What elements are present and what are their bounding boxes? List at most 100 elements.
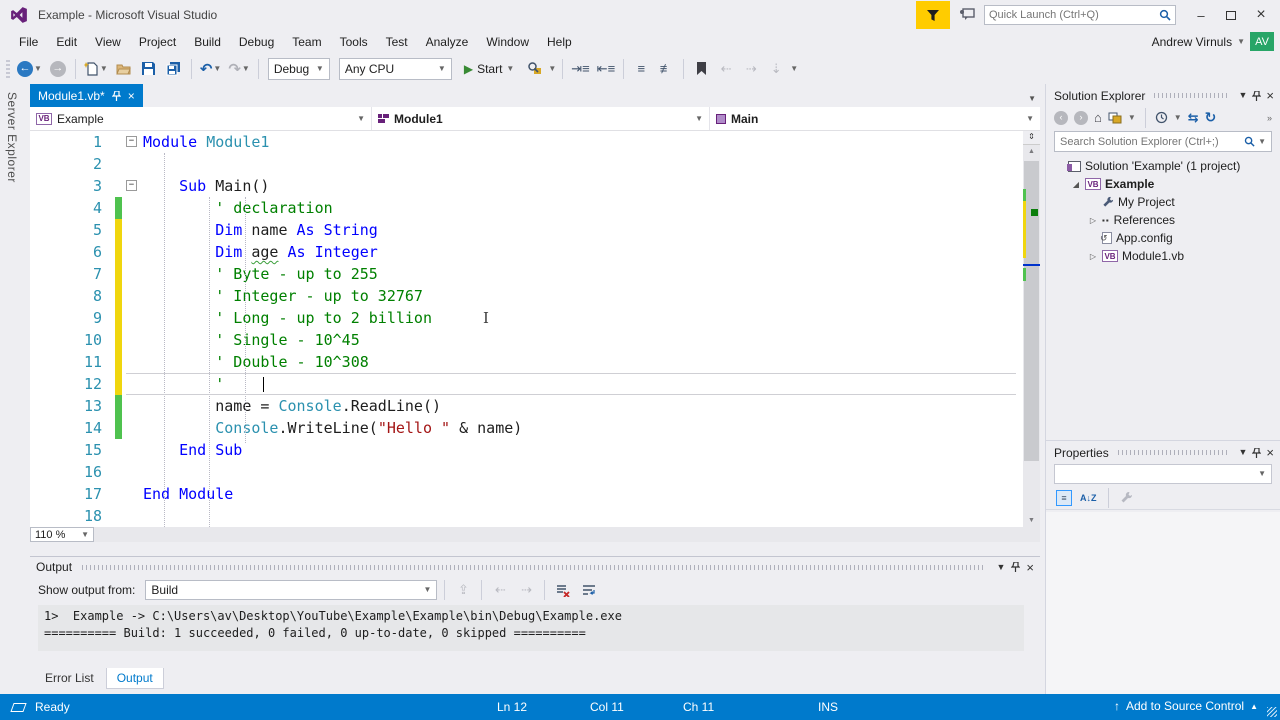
menu-test[interactable]: Test xyxy=(377,32,417,52)
toggle-bookmark-button[interactable] xyxy=(690,57,712,81)
increase-indent-button[interactable]: ⇥≡ xyxy=(569,57,591,81)
save-button[interactable] xyxy=(138,57,160,81)
scroll-up-icon[interactable]: ▲ xyxy=(1023,145,1040,158)
clear-bookmarks-button[interactable]: ⇣ xyxy=(765,57,787,81)
bottom-tab-output[interactable]: Output xyxy=(105,668,164,689)
home-button[interactable]: ⌂ xyxy=(1094,110,1102,125)
send-feedback-button[interactable] xyxy=(954,3,980,27)
type-dropdown[interactable]: Module1 ▼ xyxy=(372,107,710,130)
new-project-button[interactable]: ▼ xyxy=(82,57,110,81)
menu-window[interactable]: Window xyxy=(477,32,538,52)
tree-back-button[interactable]: ‹ xyxy=(1054,110,1068,125)
code-line-3[interactable]: 3− Sub Main() xyxy=(30,175,1022,197)
sync-with-active-document-button[interactable]: ⇆ xyxy=(1188,110,1199,126)
code-line-6[interactable]: 6 Dim age As Integer xyxy=(30,241,1022,263)
user-dropdown-icon[interactable]: ▼ xyxy=(1237,37,1245,46)
refresh-button[interactable]: ↻ xyxy=(1205,109,1217,126)
zoom-level-select[interactable]: 110 % ▼ xyxy=(30,527,94,542)
resize-grip[interactable] xyxy=(1267,707,1277,717)
solution-search-box[interactable]: ▼ xyxy=(1054,131,1272,152)
code-editor[interactable]: 1− Module Module1 2 3− Sub Main() 4 ' declar… xyxy=(30,131,1040,527)
save-all-button[interactable] xyxy=(163,57,185,81)
quick-launch-input[interactable] xyxy=(989,9,1159,21)
add-to-source-control-button[interactable]: ↑ Add to Source Control ▲ xyxy=(1114,699,1258,713)
document-list-dropdown[interactable]: ▼ xyxy=(1028,95,1036,103)
previous-bookmark-button[interactable]: ⇠ xyxy=(715,57,737,81)
pin-icon[interactable] xyxy=(1252,90,1262,101)
project-dropdown[interactable]: VB Example ▼ xyxy=(30,107,372,130)
tree-item-example[interactable]: ◢ VB Example xyxy=(1046,175,1280,193)
start-debugging-button[interactable]: ▶ Start ▼ xyxy=(458,57,521,81)
pending-changes-filter-button[interactable] xyxy=(1155,111,1168,124)
navigate-backward-button[interactable]: ← ▼ xyxy=(15,57,44,81)
switch-views-button[interactable] xyxy=(1108,112,1122,124)
word-wrap-button[interactable] xyxy=(578,578,600,602)
code-line-8[interactable]: 8 ' Integer - up to 32767 xyxy=(30,285,1022,307)
avatar[interactable]: AV xyxy=(1250,32,1274,51)
property-pages-button[interactable] xyxy=(1120,491,1133,504)
menu-edit[interactable]: Edit xyxy=(47,32,86,52)
maximize-button[interactable] xyxy=(1216,4,1246,26)
menu-help[interactable]: Help xyxy=(538,32,581,52)
decrease-indent-button[interactable]: ⇤≡ xyxy=(595,57,617,81)
categorized-view-button[interactable]: ≡ xyxy=(1056,489,1072,506)
bottom-tab-error-list[interactable]: Error List xyxy=(35,668,104,688)
output-source-select[interactable]: Build ▼ xyxy=(145,580,438,600)
close-tab-icon[interactable]: × xyxy=(128,89,135,103)
menu-tools[interactable]: Tools xyxy=(331,32,377,52)
find-message-button[interactable]: ⇪ xyxy=(452,578,474,602)
toolbar-overflow-icon[interactable]: » xyxy=(1267,113,1272,123)
panel-grip[interactable] xyxy=(1154,93,1230,98)
alphabetical-sort-button[interactable]: A↓Z xyxy=(1080,493,1097,503)
expanded-arrow-icon[interactable]: ◢ xyxy=(1071,180,1081,189)
solution-search-input[interactable] xyxy=(1060,135,1245,148)
code-line-9[interactable]: 9 ' Long - up to 2 billion xyxy=(30,307,1022,329)
tree-item-app-config[interactable]: App.config xyxy=(1046,229,1280,247)
minimize-button[interactable]: – xyxy=(1186,4,1216,26)
pin-icon[interactable] xyxy=(1011,562,1021,572)
filter-notification-button[interactable] xyxy=(916,1,950,29)
clear-all-button[interactable] xyxy=(552,578,574,602)
code-line-13[interactable]: 13 name = Console.ReadLine() xyxy=(30,395,1022,417)
chevron-down-icon[interactable]: ▼ xyxy=(1128,113,1136,122)
code-line-5[interactable]: 5 Dim name As String xyxy=(30,219,1022,241)
panel-grip[interactable] xyxy=(1117,450,1230,455)
redo-button[interactable]: ↷ ▼ xyxy=(226,57,252,81)
uncomment-lines-button[interactable]: ≢ xyxy=(655,57,677,81)
panel-grip[interactable] xyxy=(82,564,987,570)
menu-file[interactable]: File xyxy=(10,32,47,52)
solution-platform-select[interactable]: Any CPU ▼ xyxy=(338,57,452,80)
quick-launch-box[interactable] xyxy=(984,5,1176,25)
undo-button[interactable]: ↶ ▼ xyxy=(198,57,224,81)
code-line-4[interactable]: 4 ' declaration xyxy=(30,197,1022,219)
member-dropdown[interactable]: Main ▼ xyxy=(710,107,1040,130)
window-position-dropdown[interactable]: ▼ xyxy=(996,562,1005,572)
server-explorer-tab[interactable]: Server Explorer xyxy=(5,92,19,183)
tree-item-references[interactable]: ▷ ▪▪ References xyxy=(1046,211,1280,229)
tree-item-solution-example-1-project[interactable]: Solution 'Example' (1 project) xyxy=(1046,157,1280,175)
code-line-16[interactable]: 16 xyxy=(30,461,1022,483)
toolbar-overflow-icon[interactable]: ▼ xyxy=(548,64,556,73)
collapse-toggle[interactable]: − xyxy=(126,136,137,147)
code-line-18[interactable]: 18 xyxy=(30,505,1022,527)
open-file-button[interactable] xyxy=(113,57,135,81)
close-panel-icon[interactable]: × xyxy=(1266,88,1274,103)
next-message-button[interactable]: ⇢ xyxy=(515,578,537,602)
collapse-toggle[interactable]: − xyxy=(126,180,137,191)
attach-to-process-button[interactable] xyxy=(523,57,545,81)
toolbar-grip[interactable] xyxy=(6,59,10,78)
code-line-12[interactable]: 12 ' xyxy=(30,373,1022,395)
scrollbar-thumb[interactable] xyxy=(1024,161,1039,461)
close-panel-icon[interactable]: × xyxy=(1266,445,1274,460)
code-line-17[interactable]: 17 End Module xyxy=(30,483,1022,505)
scroll-down-icon[interactable]: ▼ xyxy=(1023,514,1040,527)
close-button[interactable]: × xyxy=(1246,4,1276,26)
menu-project[interactable]: Project xyxy=(130,32,185,52)
code-line-2[interactable]: 2 xyxy=(30,153,1022,175)
code-line-7[interactable]: 7 ' Byte - up to 255 xyxy=(30,263,1022,285)
chevron-down-icon[interactable]: ▼ xyxy=(1258,137,1266,146)
pin-icon[interactable] xyxy=(111,90,121,101)
properties-object-select[interactable]: ▼ xyxy=(1054,464,1272,484)
user-name[interactable]: Andrew Virnuls xyxy=(1152,35,1232,49)
pin-icon[interactable] xyxy=(1252,447,1262,458)
